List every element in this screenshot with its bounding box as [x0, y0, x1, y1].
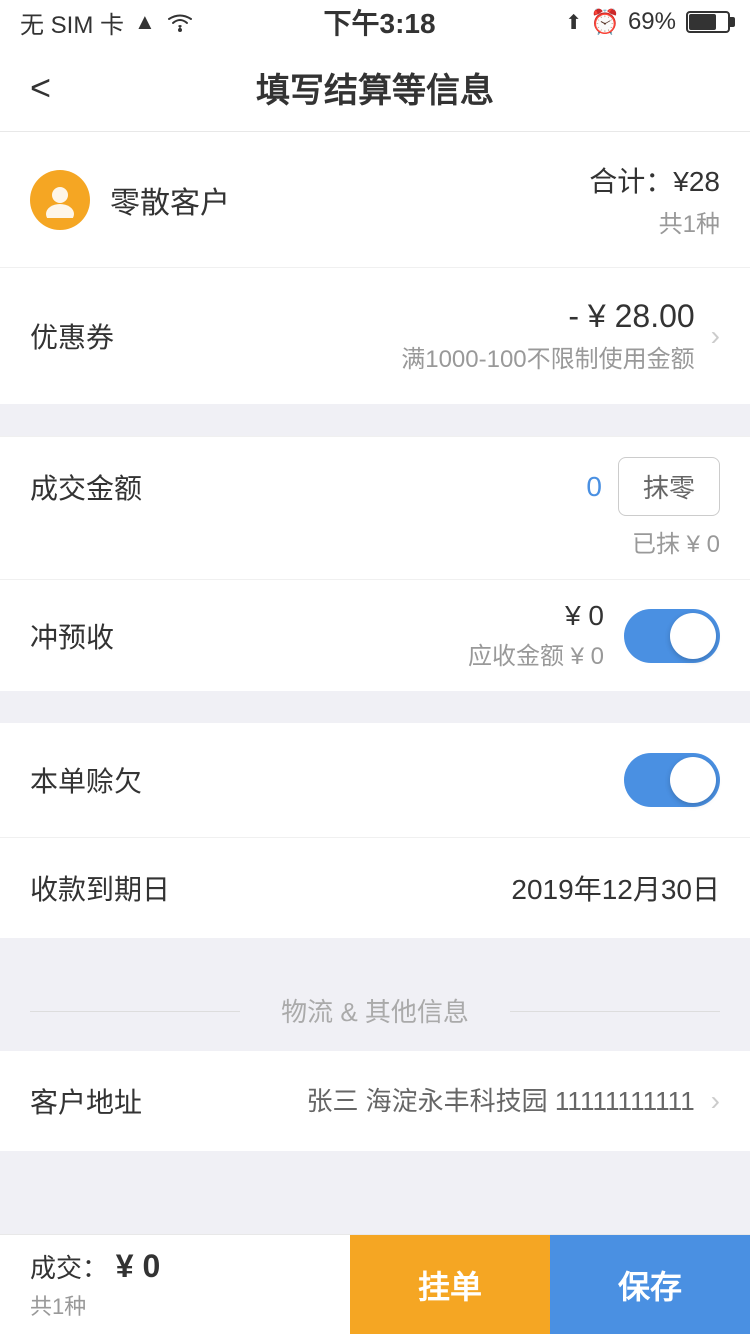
address-right: 张三 海淀永丰科技园 11111111111 ›	[306, 1083, 720, 1119]
customer-row: 零散客户 合计：¥28 共1种	[0, 132, 750, 267]
bottom-deal-label: 成交：	[30, 1253, 108, 1283]
due-date-label: 收款到期日	[30, 868, 170, 908]
section-divider-1	[0, 420, 750, 436]
avatar	[30, 170, 90, 230]
save-button[interactable]: 保存	[550, 1235, 750, 1334]
status-left: 无 SIM 卡 ▲️	[20, 5, 194, 40]
battery-percent: 69%	[628, 8, 676, 36]
address-row[interactable]: 客户地址 张三 海淀永丰科技园 11111111111 ›	[0, 1051, 750, 1151]
transaction-right: 0 抹零	[586, 457, 720, 516]
transaction-bottom: 已抹 ¥ 0	[30, 524, 720, 559]
bottom-count: 共1种	[30, 1289, 320, 1321]
coupon-desc: 满1000-100不限制使用金额	[401, 339, 694, 374]
transaction-amount: 0	[586, 471, 602, 503]
content: 零散客户 合计：¥28 共1种 优惠券 - ¥ 28.00 满1000-100不…	[0, 132, 750, 1277]
customer-card: 零散客户 合计：¥28 共1种 优惠券 - ¥ 28.00 满1000-100不…	[0, 132, 750, 404]
advance-right: ¥ 0 应收金额 ¥ 0	[468, 600, 720, 671]
round-button[interactable]: 抹零	[618, 457, 720, 516]
advance-amount: ¥ 0	[468, 600, 604, 632]
location-arrow-icon: ⬆	[565, 10, 582, 35]
bottom-amount: ¥ 0	[116, 1248, 160, 1284]
rounded-label: 已抹 ¥ 0	[632, 524, 720, 559]
coupon-right: - ¥ 28.00 满1000-100不限制使用金额 ›	[401, 298, 720, 374]
debt-card: 本单赊欠 收款到期日 2019年12月30日	[0, 723, 750, 938]
status-right: ⬆ ⏰ 69%	[565, 8, 730, 37]
back-button[interactable]: <	[30, 67, 51, 109]
address-card: 客户地址 张三 海淀永丰科技园 11111111111 ›	[0, 1051, 750, 1151]
customer-name: 零散客户	[110, 178, 230, 222]
customer-left: 零散客户	[30, 170, 230, 230]
page-title: 填写结算等信息	[256, 63, 494, 112]
wifi-icon: ▲️	[134, 9, 156, 35]
bottom-info: 成交： ¥ 0 共1种	[0, 1248, 350, 1321]
due-date-row: 收款到期日 2019年12月30日	[0, 837, 750, 938]
debt-label: 本单赊欠	[30, 760, 142, 800]
advance-toggle[interactable]	[624, 609, 720, 663]
transaction-top: 成交金额 0 抹零	[30, 457, 720, 516]
customer-total: 合计：¥28	[589, 160, 720, 200]
address-label: 客户地址	[30, 1081, 142, 1121]
address-value: 张三 海淀永丰科技园 11111111111	[306, 1083, 694, 1119]
advance-value-block: ¥ 0 应收金额 ¥ 0	[468, 600, 604, 671]
battery-icon	[686, 11, 730, 33]
pending-button[interactable]: 挂单	[350, 1235, 550, 1334]
status-time: 下午3:18	[324, 2, 436, 42]
coupon-amount: - ¥ 28.00	[401, 298, 694, 335]
address-chevron-icon: ›	[711, 1085, 720, 1117]
carrier-label: 无 SIM 卡	[20, 5, 124, 40]
status-bar: 无 SIM 卡 ▲️ 下午3:18 ⬆ ⏰ 69%	[0, 0, 750, 44]
section-divider-2	[0, 707, 750, 723]
section-divider-3	[0, 954, 750, 970]
transaction-row: 成交金额 0 抹零 已抹 ¥ 0	[0, 436, 750, 579]
advance-row: 冲预收 ¥ 0 应收金额 ¥ 0	[0, 579, 750, 691]
transaction-label: 成交金额	[30, 467, 142, 507]
bottom-bar: 成交： ¥ 0 共1种 挂单 保存	[0, 1234, 750, 1334]
due-date-value: 2019年12月30日	[511, 868, 720, 908]
nav-bar: < 填写结算等信息	[0, 44, 750, 132]
bottom-label-amount: 成交： ¥ 0	[30, 1248, 320, 1285]
toggle-knob	[670, 613, 716, 659]
wifi-icon-svg	[166, 12, 194, 32]
coupon-label: 优惠券	[30, 316, 114, 356]
logistics-header: 物流 & 其他信息	[0, 970, 750, 1051]
logistics-label: 物流 & 其他信息	[281, 997, 469, 1027]
debt-toggle[interactable]	[624, 753, 720, 807]
debt-row: 本单赊欠	[0, 723, 750, 837]
person-icon	[42, 182, 78, 218]
coupon-value: - ¥ 28.00 满1000-100不限制使用金额	[401, 298, 694, 374]
advance-label: 冲预收	[30, 616, 114, 656]
alarm-icon: ⏰	[590, 8, 620, 37]
advance-sub: 应收金额 ¥ 0	[468, 636, 604, 671]
transaction-card: 成交金额 0 抹零 已抹 ¥ 0 冲预收 ¥ 0 应收金额 ¥ 0	[0, 436, 750, 691]
customer-count: 共1种	[589, 204, 720, 239]
chevron-right-icon: ›	[711, 320, 720, 352]
customer-summary: 合计：¥28 共1种	[589, 160, 720, 239]
debt-toggle-knob	[670, 757, 716, 803]
coupon-row[interactable]: 优惠券 - ¥ 28.00 满1000-100不限制使用金额 ›	[0, 267, 750, 404]
